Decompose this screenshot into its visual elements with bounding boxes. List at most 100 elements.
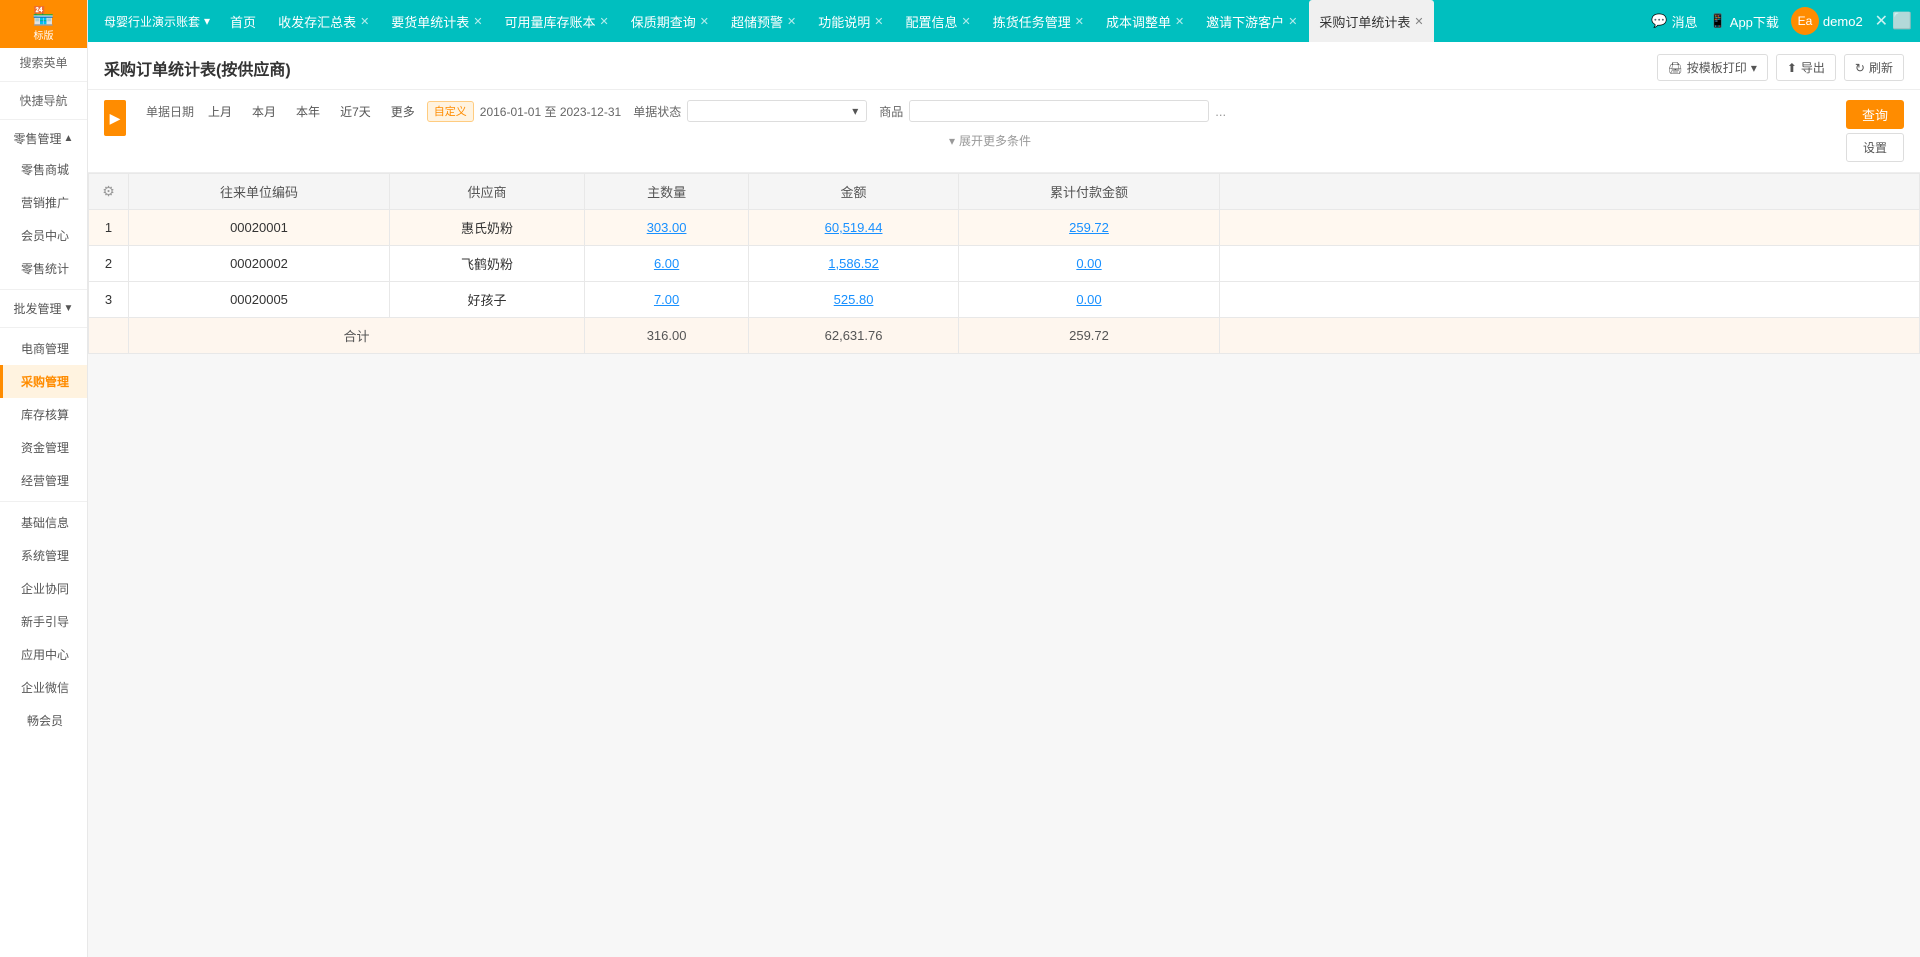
divider5 bbox=[0, 501, 87, 502]
maximize-window-icon[interactable]: ⬜ bbox=[1892, 11, 1912, 31]
account-dropdown[interactable]: 母婴行业演示账套 ▾ bbox=[96, 13, 218, 30]
close-icon4[interactable]: ✕ bbox=[700, 15, 709, 28]
tab-cost-adjust[interactable]: 成本调整单 ✕ bbox=[1096, 0, 1194, 42]
tab-func-desc[interactable]: 功能说明 ✕ bbox=[808, 0, 893, 42]
sidebar-item-inventory[interactable]: 库存核算 bbox=[0, 398, 87, 431]
divider3 bbox=[0, 289, 87, 290]
app-download-btn[interactable]: 📱 App下载 bbox=[1710, 12, 1779, 31]
chevron-down-icon2: ▼ bbox=[64, 303, 74, 314]
close-window-icon[interactable]: ✕ bbox=[1875, 11, 1888, 31]
more-dots-icon[interactable]: ... bbox=[1215, 104, 1226, 119]
expand-more-btn[interactable]: ▾ 展开更多条件 bbox=[146, 128, 1834, 153]
tab-usable-inventory[interactable]: 可用量库存账本 ✕ bbox=[495, 0, 619, 42]
row-qty[interactable]: 7.00 bbox=[585, 282, 749, 318]
expand-more-area: ▾ 展开更多条件 bbox=[146, 122, 1834, 153]
tab-warranty[interactable]: 保质期查询 ✕ bbox=[621, 0, 719, 42]
topbar: 母婴行业演示账套 ▾ 首页 收发存汇总表 ✕ 要货单统计表 ✕ 可用量库存账本 … bbox=[88, 0, 1920, 42]
close-icon3[interactable]: ✕ bbox=[600, 15, 609, 28]
logo-area: 🏪 标版 bbox=[0, 0, 87, 48]
date-tab-this-year[interactable]: 本年 bbox=[288, 101, 328, 122]
print-button[interactable]: 🖨 按模板打印 ▾ bbox=[1657, 54, 1768, 81]
row-qty[interactable]: 303.00 bbox=[585, 210, 749, 246]
sidebar-item-vip[interactable]: 畅会员 bbox=[0, 704, 87, 737]
message-icon: 💬 bbox=[1651, 13, 1667, 29]
tab-home[interactable]: 首页 bbox=[220, 0, 266, 42]
sidebar-item-retail-stats[interactable]: 零售统计 bbox=[0, 252, 87, 285]
close-icon11[interactable]: ✕ bbox=[1414, 15, 1423, 28]
filter-area: ▶ 单据日期 上月 本月 本年 近7天 更多 自定义 bbox=[88, 90, 1920, 173]
sidebar-item-retail-shop[interactable]: 零售商城 bbox=[0, 153, 87, 186]
close-icon9[interactable]: ✕ bbox=[1175, 15, 1184, 28]
row-supplier: 惠氏奶粉 bbox=[389, 210, 584, 246]
sidebar-item-new-guide[interactable]: 新手引导 bbox=[0, 605, 87, 638]
row-paid[interactable]: 259.72 bbox=[958, 210, 1219, 246]
row-qty[interactable]: 6.00 bbox=[585, 246, 749, 282]
footer-extra bbox=[1220, 318, 1920, 354]
close-icon5[interactable]: ✕ bbox=[787, 15, 796, 28]
table-area: ⚙ 往来单位编码 供应商 主数量 金额 累计付款金额 1 00020001 bbox=[88, 173, 1920, 354]
close-icon6[interactable]: ✕ bbox=[874, 15, 883, 28]
sidebar: 🏪 标版 搜索英单 快捷导航 零售管理 ▲ 零售商城 营销推广 会员中心 零售统… bbox=[0, 0, 88, 957]
sidebar-item-operations[interactable]: 经营管理 bbox=[0, 464, 87, 497]
logo-sub: 标版 bbox=[32, 27, 54, 42]
close-icon8[interactable]: ✕ bbox=[1075, 15, 1084, 28]
close-icon[interactable]: ✕ bbox=[360, 15, 369, 28]
sidebar-nav: 搜索英单 快捷导航 零售管理 ▲ 零售商城 营销推广 会员中心 零售统计 批发管… bbox=[0, 48, 87, 737]
date-tab-more[interactable]: 更多 bbox=[383, 101, 423, 122]
status-select[interactable]: ▾ bbox=[687, 100, 867, 122]
sidebar-item-wholesale[interactable]: 批发管理 ▼ bbox=[0, 294, 87, 323]
query-button[interactable]: 查询 bbox=[1846, 100, 1904, 129]
sidebar-item-app-center[interactable]: 应用中心 bbox=[0, 638, 87, 671]
row-amount[interactable]: 1,586.52 bbox=[749, 246, 959, 282]
sidebar-item-system[interactable]: 系统管理 bbox=[0, 539, 87, 572]
sidebar-item-marketing[interactable]: 营销推广 bbox=[0, 186, 87, 219]
tab-req-stats[interactable]: 要货单统计表 ✕ bbox=[381, 0, 492, 42]
tab-config-info[interactable]: 配置信息 ✕ bbox=[895, 0, 980, 42]
tab-pick-task[interactable]: 拣货任务管理 ✕ bbox=[983, 0, 1094, 42]
sidebar-item-member[interactable]: 会员中心 bbox=[0, 219, 87, 252]
goods-input[interactable] bbox=[909, 100, 1209, 122]
footer-paid: 259.72 bbox=[958, 318, 1219, 354]
settings-icon[interactable]: ⚙ bbox=[102, 183, 115, 199]
sidebar-item-retail[interactable]: 零售管理 ▲ bbox=[0, 124, 87, 153]
chevron-down-icon6: ▾ bbox=[949, 134, 955, 148]
sidebar-item-purchase[interactable]: 采购管理 bbox=[0, 365, 87, 398]
user-avatar[interactable]: Ea demo2 bbox=[1791, 7, 1863, 35]
divider2 bbox=[0, 119, 87, 120]
row-code: 00020002 bbox=[129, 246, 390, 282]
date-tab-prev-month[interactable]: 上月 bbox=[200, 101, 240, 122]
sidebar-item-quick-nav[interactable]: 快捷导航 bbox=[0, 86, 87, 115]
tab-collect-pay[interactable]: 收发存汇总表 ✕ bbox=[268, 0, 379, 42]
page-content: 采购订单统计表(按供应商) 🖨 按模板打印 ▾ ⬆ 导出 ↻ 刷新 bbox=[88, 42, 1920, 957]
sidebar-item-ecommerce[interactable]: 电商管理 bbox=[0, 332, 87, 365]
close-icon2[interactable]: ✕ bbox=[473, 15, 482, 28]
row-amount[interactable]: 525.80 bbox=[749, 282, 959, 318]
row-paid[interactable]: 0.00 bbox=[958, 246, 1219, 282]
tab-overstock[interactable]: 超储预警 ✕ bbox=[721, 0, 806, 42]
refresh-button[interactable]: ↻ 刷新 bbox=[1844, 54, 1904, 81]
row-extra bbox=[1220, 246, 1920, 282]
row-code: 00020005 bbox=[129, 282, 390, 318]
col-extra bbox=[1220, 174, 1920, 210]
date-tab-this-month[interactable]: 本月 bbox=[244, 101, 284, 122]
sidebar-item-enterprise-wechat[interactable]: 企业微信 bbox=[0, 671, 87, 704]
date-label: 单据日期 bbox=[146, 103, 194, 120]
row-amount[interactable]: 60,519.44 bbox=[749, 210, 959, 246]
settings-button[interactable]: 设置 bbox=[1846, 133, 1904, 162]
sidebar-item-enterprise[interactable]: 企业协同 bbox=[0, 572, 87, 605]
date-tab-7days[interactable]: 近7天 bbox=[332, 101, 379, 122]
sidebar-item-finance[interactable]: 资金管理 bbox=[0, 431, 87, 464]
close-icon10[interactable]: ✕ bbox=[1288, 15, 1297, 28]
sidebar-item-search[interactable]: 搜索英单 bbox=[0, 48, 87, 77]
close-icon7[interactable]: ✕ bbox=[961, 15, 970, 28]
goods-filter-group: 商品 ... bbox=[879, 100, 1226, 122]
export-button[interactable]: ⬆ 导出 bbox=[1776, 54, 1836, 81]
tab-purchase-stats[interactable]: 采购订单统计表 ✕ bbox=[1309, 0, 1433, 42]
tab-invite-downstream[interactable]: 邀请下游客户 ✕ bbox=[1196, 0, 1307, 42]
sidebar-item-basic-info[interactable]: 基础信息 bbox=[0, 506, 87, 539]
table-body: 1 00020001 惠氏奶粉 303.00 60,519.44 259.72 … bbox=[89, 210, 1920, 318]
filter-toggle-button[interactable]: ▶ bbox=[104, 100, 126, 136]
row-paid[interactable]: 0.00 bbox=[958, 282, 1219, 318]
avatar: Ea bbox=[1791, 7, 1819, 35]
message-btn[interactable]: 💬 消息 bbox=[1651, 12, 1697, 31]
